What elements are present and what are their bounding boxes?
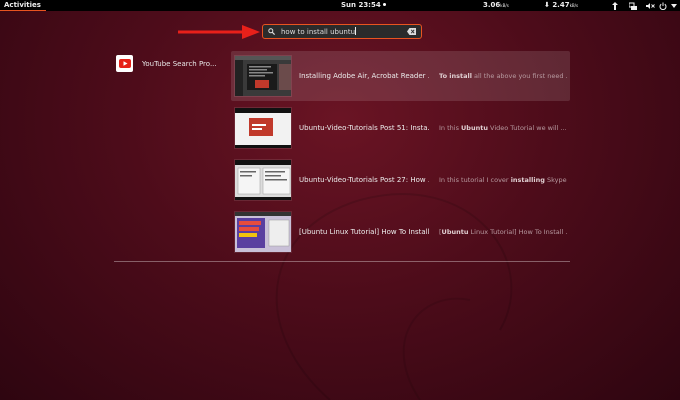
network-upload-indicator[interactable]: 3.06kB/s [483,0,509,11]
net-down-value: 2.47 [552,1,570,9]
search-result[interactable]: Installing Adobe Air, Acrobat Reader ...… [231,51,570,101]
video-thumbnail [234,159,292,201]
volume-muted-icon[interactable] [645,0,655,11]
search-results-list: Installing Adobe Air, Acrobat Reader ...… [231,51,570,259]
result-title: Installing Adobe Air, Acrobat Reader ... [299,72,429,80]
search-query: how to install ubuntu [281,28,356,36]
clock-label: Sun 23:54 [341,1,381,9]
top-bar: Activities Sun 23:54 3.06kB/s ⬇ 2.47kB/s [0,0,680,11]
activities-indicator [0,10,46,11]
net-up-value: 3.06 [483,1,501,9]
text-caret [355,27,357,35]
search-input[interactable]: how to install ubuntu [262,24,422,39]
result-description: In this Ubuntu Video Tutorial we will ..… [439,124,567,132]
video-thumbnail [234,211,292,253]
result-title: [Ubuntu Linux Tutorial] How To Install .… [299,228,429,236]
search-icon [268,28,275,35]
upload-arrow-icon[interactable] [610,0,620,11]
power-icon[interactable] [658,0,668,11]
network-download-indicator[interactable]: ⬇ 2.47kB/s [544,0,578,11]
notification-dot-icon [382,3,386,6]
search-result[interactable]: Ubuntu-Video-Tutorials Post 27: How ... … [231,155,570,205]
clear-search-icon[interactable] [407,28,416,35]
video-thumbnail [234,107,292,149]
result-description: [Ubuntu Linux Tutorial] How To Install .… [439,228,567,236]
result-title: Ubuntu-Video-Tutorials Post 51: Insta... [299,124,429,132]
chevron-down-icon[interactable] [669,0,679,11]
net-down-unit: kB/s [569,3,579,8]
search-provider[interactable]: YouTube Search Pro... [116,55,217,72]
download-arrow-icon: ⬇ [544,1,550,9]
annotation-arrow-icon [178,25,260,39]
search-result[interactable]: Ubuntu-Video-Tutorials Post 51: Insta...… [231,103,570,153]
net-up-unit: kB/s [500,3,509,8]
clock[interactable]: Sun 23:54 [341,0,386,11]
provider-name: YouTube Search Pro... [142,59,217,68]
network-icon[interactable] [628,0,638,11]
activities-label: Activities [4,1,41,9]
youtube-icon [116,55,133,72]
results-divider [114,261,570,262]
result-title: Ubuntu-Video-Tutorials Post 27: How ... [299,176,429,184]
result-description: To install all the above you first need … [439,72,567,80]
search-result[interactable]: [Ubuntu Linux Tutorial] How To Install .… [231,207,570,257]
result-description: In this tutorial I cover installing Skyp… [439,176,567,184]
video-thumbnail [234,55,292,97]
